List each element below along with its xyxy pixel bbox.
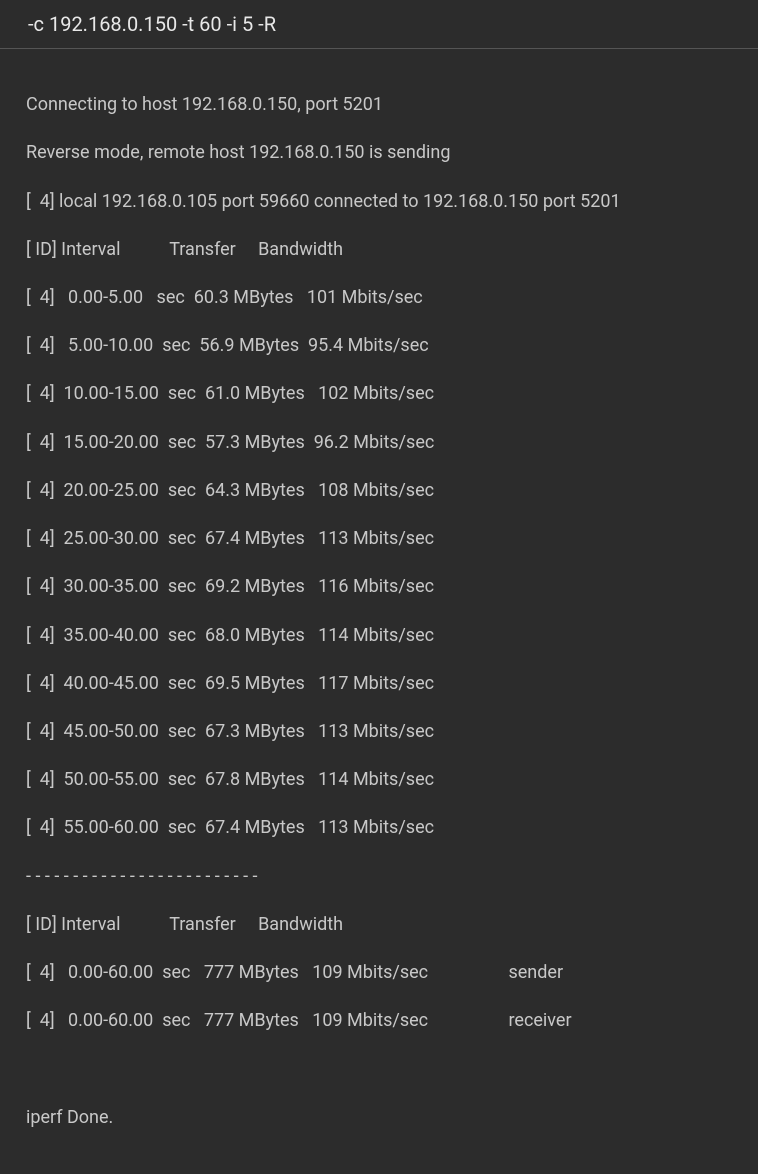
done-line: iperf Done. [26, 1106, 732, 1130]
separator-line: - - - - - - - - - - - - - - - - - - - - … [26, 865, 732, 889]
interval-row: [ 4] 40.00-45.00 sec 69.5 MBytes 117 Mbi… [26, 672, 732, 696]
interval-row: [ 4] 25.00-30.00 sec 67.4 MBytes 113 Mbi… [26, 527, 732, 551]
output-header: [ ID] Interval Transfer Bandwidth [26, 913, 732, 937]
interval-row: [ 4] 30.00-35.00 sec 69.2 MBytes 116 Mbi… [26, 575, 732, 599]
interval-row: [ 4] 35.00-40.00 sec 68.0 MBytes 114 Mbi… [26, 624, 732, 648]
interval-row: [ 4] 15.00-20.00 sec 57.3 MBytes 96.2 Mb… [26, 431, 732, 455]
summary-row: [ 4] 0.00-60.00 sec 777 MBytes 109 Mbits… [26, 961, 732, 985]
command-input[interactable]: -c 192.168.0.150 -t 60 -i 5 -R [0, 0, 758, 49]
command-text: -c 192.168.0.150 -t 60 -i 5 -R [28, 12, 276, 36]
interval-row: [ 4] 5.00-10.00 sec 56.9 MBytes 95.4 Mbi… [26, 334, 732, 358]
interval-row: [ 4] 55.00-60.00 sec 67.4 MBytes 113 Mbi… [26, 816, 732, 840]
terminal-output: Connecting to host 192.168.0.150, port 5… [0, 49, 758, 1174]
output-line: [ 4] local 192.168.0.105 port 59660 conn… [26, 190, 732, 214]
interval-row: [ 4] 45.00-50.00 sec 67.3 MBytes 113 Mbi… [26, 720, 732, 744]
blank-line [26, 1057, 732, 1081]
output-header: [ ID] Interval Transfer Bandwidth [26, 238, 732, 262]
output-line: Connecting to host 192.168.0.150, port 5… [26, 93, 732, 117]
interval-row: [ 4] 50.00-55.00 sec 67.8 MBytes 114 Mbi… [26, 768, 732, 792]
interval-row: [ 4] 20.00-25.00 sec 64.3 MBytes 108 Mbi… [26, 479, 732, 503]
interval-row: [ 4] 0.00-5.00 sec 60.3 MBytes 101 Mbits… [26, 286, 732, 310]
output-line: Reverse mode, remote host 192.168.0.150 … [26, 141, 732, 165]
summary-row: [ 4] 0.00-60.00 sec 777 MBytes 109 Mbits… [26, 1009, 732, 1033]
interval-row: [ 4] 10.00-15.00 sec 61.0 MBytes 102 Mbi… [26, 382, 732, 406]
